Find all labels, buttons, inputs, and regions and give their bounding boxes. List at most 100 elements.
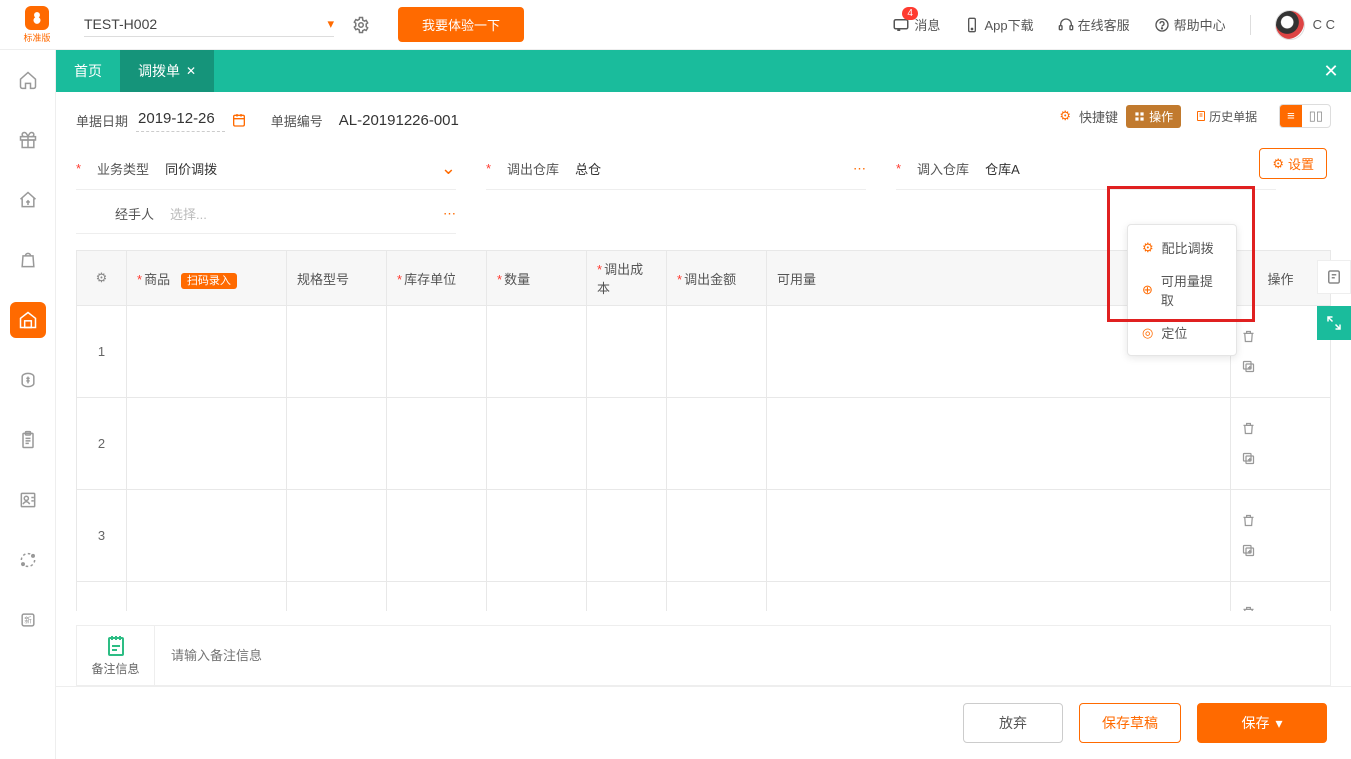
org-settings-icon[interactable] (352, 16, 370, 34)
gear-icon: ⚙ (1272, 156, 1284, 172)
app-download-button[interactable]: App下载 (964, 15, 1033, 34)
popover-item-ratio[interactable]: ⚙配比调拨 (1128, 231, 1236, 264)
th-actions: 操作 (1231, 251, 1331, 306)
chevron-down-icon: ▾ (327, 16, 334, 32)
nav-sync-icon[interactable] (10, 542, 46, 578)
doc-header: 单据日期 2019-12-26 单据编号 AL-20191226-001 ⚙ 快… (56, 92, 1351, 142)
date-value[interactable]: 2019-12-26 (136, 108, 225, 132)
table-row[interactable]: 3 (77, 490, 1331, 582)
help-center-button[interactable]: 帮助中心 (1154, 15, 1226, 34)
float-note-icon[interactable] (1317, 260, 1351, 294)
popover-item-available[interactable]: ⊕可用量提取 (1128, 264, 1236, 316)
online-service-label: 在线客服 (1078, 15, 1130, 34)
svg-text:新: 新 (24, 615, 32, 625)
extract-icon: ⊕ (1142, 282, 1153, 298)
delete-row-icon[interactable] (1241, 329, 1320, 344)
settings-button[interactable]: ⚙ 设置 (1259, 148, 1327, 179)
messages-button[interactable]: 消息 4 (892, 15, 940, 34)
th-spec: 规格型号 (287, 251, 387, 306)
nav-money-icon[interactable] (10, 362, 46, 398)
tab-home[interactable]: 首页 (56, 50, 120, 92)
table-row[interactable]: 4 (77, 582, 1331, 612)
nav-gift-icon[interactable] (10, 122, 46, 158)
th-qty: 数量 (487, 251, 587, 306)
th-goods: 商品 扫码录入 (127, 251, 287, 306)
remarks-bar: 备注信息 (76, 625, 1331, 686)
nav-new-icon[interactable]: 新 (10, 602, 46, 638)
tab-current[interactable]: 调拨单 ✕ (120, 50, 214, 92)
field-handler[interactable]: 经手人 选择... ⋯ (76, 194, 456, 234)
field-out-warehouse[interactable]: *调出仓库 总仓 ⋯ (486, 148, 866, 190)
tab-close-icon[interactable]: ✕ (186, 64, 196, 78)
delete-row-icon[interactable] (1241, 421, 1320, 436)
shortcut-gear-icon[interactable]: ⚙ (1059, 108, 1071, 124)
messages-badge: 4 (902, 7, 918, 20)
tabs-close-all-icon[interactable]: ✕ (1311, 50, 1351, 92)
th-settings-icon[interactable]: ⚙ (77, 251, 127, 306)
chevron-down-icon[interactable]: ⌄ (441, 158, 456, 179)
field-in-warehouse[interactable]: *调入仓库 仓库A (896, 148, 1276, 190)
nav-warehouse-icon[interactable] (10, 302, 46, 338)
float-tools (1317, 260, 1351, 340)
brand-version: 标准版 (23, 31, 50, 44)
user-menu[interactable]: C C (1275, 10, 1335, 40)
history-chip[interactable]: 历史单据 (1189, 105, 1263, 128)
operate-popover: ⚙配比调拨 ⊕可用量提取 ◎定位 (1127, 224, 1237, 356)
org-input[interactable] (84, 16, 319, 32)
help-center-label: 帮助中心 (1174, 15, 1226, 34)
messages-label: 消息 (914, 15, 940, 34)
nav-clipboard-icon[interactable] (10, 422, 46, 458)
app-download-label: App下载 (984, 15, 1033, 34)
locate-icon: ◎ (1142, 325, 1153, 341)
notes-icon (104, 634, 128, 658)
delete-row-icon[interactable] (1241, 513, 1320, 528)
action-bar: 放弃 保存草稿 保存 ▾ (56, 686, 1351, 759)
nav-house-up-icon[interactable] (10, 182, 46, 218)
delete-row-icon[interactable] (1241, 605, 1320, 611)
operate-chip[interactable]: 操作 (1126, 105, 1181, 128)
side-nav: 新 (0, 50, 56, 759)
th-out-amount: 调出金额 (667, 251, 767, 306)
logo-icon (25, 6, 49, 30)
shortcut-label: 快捷键 (1079, 107, 1118, 126)
online-service-button[interactable]: 在线客服 (1058, 15, 1130, 34)
copy-row-icon[interactable] (1241, 543, 1320, 558)
discard-button[interactable]: 放弃 (963, 703, 1063, 743)
scan-badge[interactable]: 扫码录入 (181, 273, 237, 289)
nav-bag-icon[interactable] (10, 242, 46, 278)
nav-contact-icon[interactable] (10, 482, 46, 518)
th-out-cost: 调出成本 (587, 251, 667, 306)
doc-header-right: ⚙ 快捷键 操作 历史单据 ≡ ▯▯ (1059, 104, 1331, 128)
calendar-icon[interactable] (231, 112, 247, 128)
username: C C (1313, 17, 1335, 32)
table-row[interactable]: 2 (77, 398, 1331, 490)
doc-no-value: AL-20191226-001 (339, 112, 459, 129)
view-list-icon[interactable]: ≡ (1280, 105, 1302, 127)
nav-home-icon[interactable] (10, 62, 46, 98)
copy-row-icon[interactable] (1241, 451, 1320, 466)
doc-no-label: 单据编号 (271, 111, 323, 130)
tabs-bar: 首页 调拨单 ✕ ✕ (56, 50, 1351, 92)
more-icon[interactable]: ⋯ (853, 161, 866, 177)
view-grid-icon[interactable]: ▯▯ (1302, 105, 1330, 127)
th-unit: 库存单位 (387, 251, 487, 306)
trial-button[interactable]: 我要体验一下 (398, 7, 524, 42)
header-right: 消息 4 App下载 在线客服 帮助中心 C C (892, 10, 1335, 40)
date-label: 单据日期 (76, 111, 128, 130)
popover-item-locate[interactable]: ◎定位 (1128, 316, 1236, 349)
chevron-down-icon: ▾ (1275, 715, 1282, 732)
float-expand-icon[interactable] (1317, 306, 1351, 340)
ratio-icon: ⚙ (1142, 240, 1154, 256)
copy-row-icon[interactable] (1241, 359, 1320, 374)
header-divider (1250, 15, 1251, 35)
remarks-label: 备注信息 (77, 626, 155, 685)
view-toggle[interactable]: ≡ ▯▯ (1279, 104, 1331, 128)
remarks-input[interactable] (155, 626, 1330, 685)
field-business-type[interactable]: *业务类型 同价调拨 ⌄ (76, 148, 456, 190)
save-button[interactable]: 保存 ▾ (1197, 703, 1327, 743)
save-draft-button[interactable]: 保存草稿 (1079, 703, 1181, 743)
brand-logo: 标准版 (16, 6, 58, 44)
more-icon[interactable]: ⋯ (443, 206, 456, 222)
org-select[interactable]: ▾ (84, 12, 334, 37)
top-header: 标准版 ▾ 我要体验一下 消息 4 App下载 在线客服 帮助中心 C C (0, 0, 1351, 50)
